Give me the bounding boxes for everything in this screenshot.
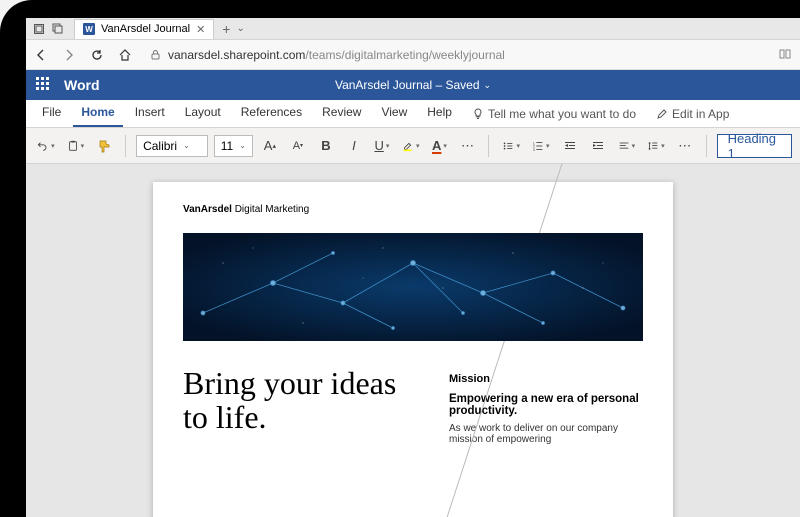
word-app-header: Word VanArsdel Journal – Saved ⌄ [26, 70, 800, 100]
document-page: VanArsdel Digital Marketing [153, 182, 673, 517]
app-name: Word [64, 77, 100, 93]
grow-font-button[interactable]: A▴ [259, 134, 281, 158]
align-button[interactable]: ▾ [615, 134, 639, 158]
separator [706, 135, 707, 157]
shrink-font-button[interactable]: A▾ [287, 134, 309, 158]
mission-title: Empowering a new era of personal product… [449, 393, 643, 417]
ribbon-toolbar: ▾ ▾ Calibri⌄ 11⌄ A▴ A▾ B I U▾ ▾ A▾ ⋯ ▾ [26, 128, 800, 164]
document-title[interactable]: VanArsdel Journal – Saved ⌄ [335, 78, 491, 92]
lock-icon [150, 49, 162, 61]
document-canvas[interactable]: VanArsdel Digital Marketing [26, 164, 800, 517]
more-paragraph-button[interactable]: ⋯ [674, 134, 696, 158]
undo-button[interactable]: ▾ [34, 134, 58, 158]
bold-button[interactable]: B [315, 134, 337, 158]
tab-file[interactable]: File [34, 99, 69, 127]
window-titlebar: W VanArsdel Journal ✕ + ⌄ [26, 18, 800, 40]
line-spacing-button[interactable]: ▾ [644, 134, 668, 158]
separator [488, 135, 489, 157]
hero-image [183, 233, 643, 341]
tab-title: VanArsdel Journal [101, 23, 190, 35]
bullets-button[interactable]: ▾ [499, 134, 523, 158]
tab-insert[interactable]: Insert [127, 99, 173, 127]
app-launcher-icon[interactable] [36, 77, 52, 93]
italic-button[interactable]: I [343, 134, 365, 158]
tab-help[interactable]: Help [419, 99, 460, 127]
browser-navbar: vanarsdel.sharepoint.com/teams/digitalma… [26, 40, 800, 70]
close-tab-icon[interactable]: ✕ [196, 23, 205, 36]
mission-label: Mission [449, 373, 643, 385]
word-favicon-icon: W [83, 23, 95, 35]
brand-line: VanArsdel Digital Marketing [183, 204, 643, 215]
tab-references[interactable]: References [233, 99, 310, 127]
tell-me-search[interactable]: Tell me what you want to do [464, 101, 644, 127]
paste-button[interactable]: ▾ [64, 134, 88, 158]
reader-view-icon[interactable] [778, 47, 794, 63]
tab-home[interactable]: Home [73, 99, 122, 127]
numbering-button[interactable]: 123▾ [529, 134, 553, 158]
chevron-down-icon: ⌄ [484, 80, 492, 91]
tabs-overflow-icon[interactable]: ⌄ [236, 23, 244, 34]
format-painter-button[interactable] [93, 134, 115, 158]
back-button[interactable] [32, 46, 50, 64]
more-font-button[interactable]: ⋯ [456, 134, 478, 158]
increase-indent-button[interactable] [587, 134, 609, 158]
style-heading1[interactable]: Heading 1 [717, 134, 792, 158]
underline-button[interactable]: U▾ [371, 134, 393, 158]
ribbon-tabs: File Home Insert Layout References Revie… [26, 100, 800, 128]
lightbulb-icon [472, 108, 484, 120]
highlight-button[interactable]: ▾ [399, 134, 423, 158]
home-button[interactable] [116, 46, 134, 64]
browser-tab[interactable]: W VanArsdel Journal ✕ [74, 19, 214, 39]
separator [125, 135, 126, 157]
address-bar[interactable]: vanarsdel.sharepoint.com/teams/digitalma… [150, 48, 505, 62]
new-tab-button[interactable]: + [222, 21, 230, 37]
headline-text: Bring your ideas to life. [183, 367, 423, 445]
tab-view[interactable]: View [373, 99, 415, 127]
font-size-selector[interactable]: 11⌄ [214, 135, 253, 157]
restore-window-icon[interactable] [32, 22, 46, 36]
decrease-indent-button[interactable] [559, 134, 581, 158]
mission-body: As we work to deliver on our company mis… [449, 423, 643, 445]
tab-review[interactable]: Review [314, 99, 369, 127]
pencil-icon [656, 108, 668, 120]
cascade-window-icon[interactable] [50, 22, 64, 36]
font-name-selector[interactable]: Calibri⌄ [136, 135, 208, 157]
svg-text:3: 3 [533, 148, 535, 152]
refresh-button[interactable] [88, 46, 106, 64]
url-text: vanarsdel.sharepoint.com/teams/digitalma… [168, 48, 505, 62]
edit-in-app-button[interactable]: Edit in App [648, 101, 737, 127]
tab-layout[interactable]: Layout [177, 99, 229, 127]
forward-button[interactable] [60, 46, 78, 64]
font-color-button[interactable]: A▾ [428, 134, 450, 158]
